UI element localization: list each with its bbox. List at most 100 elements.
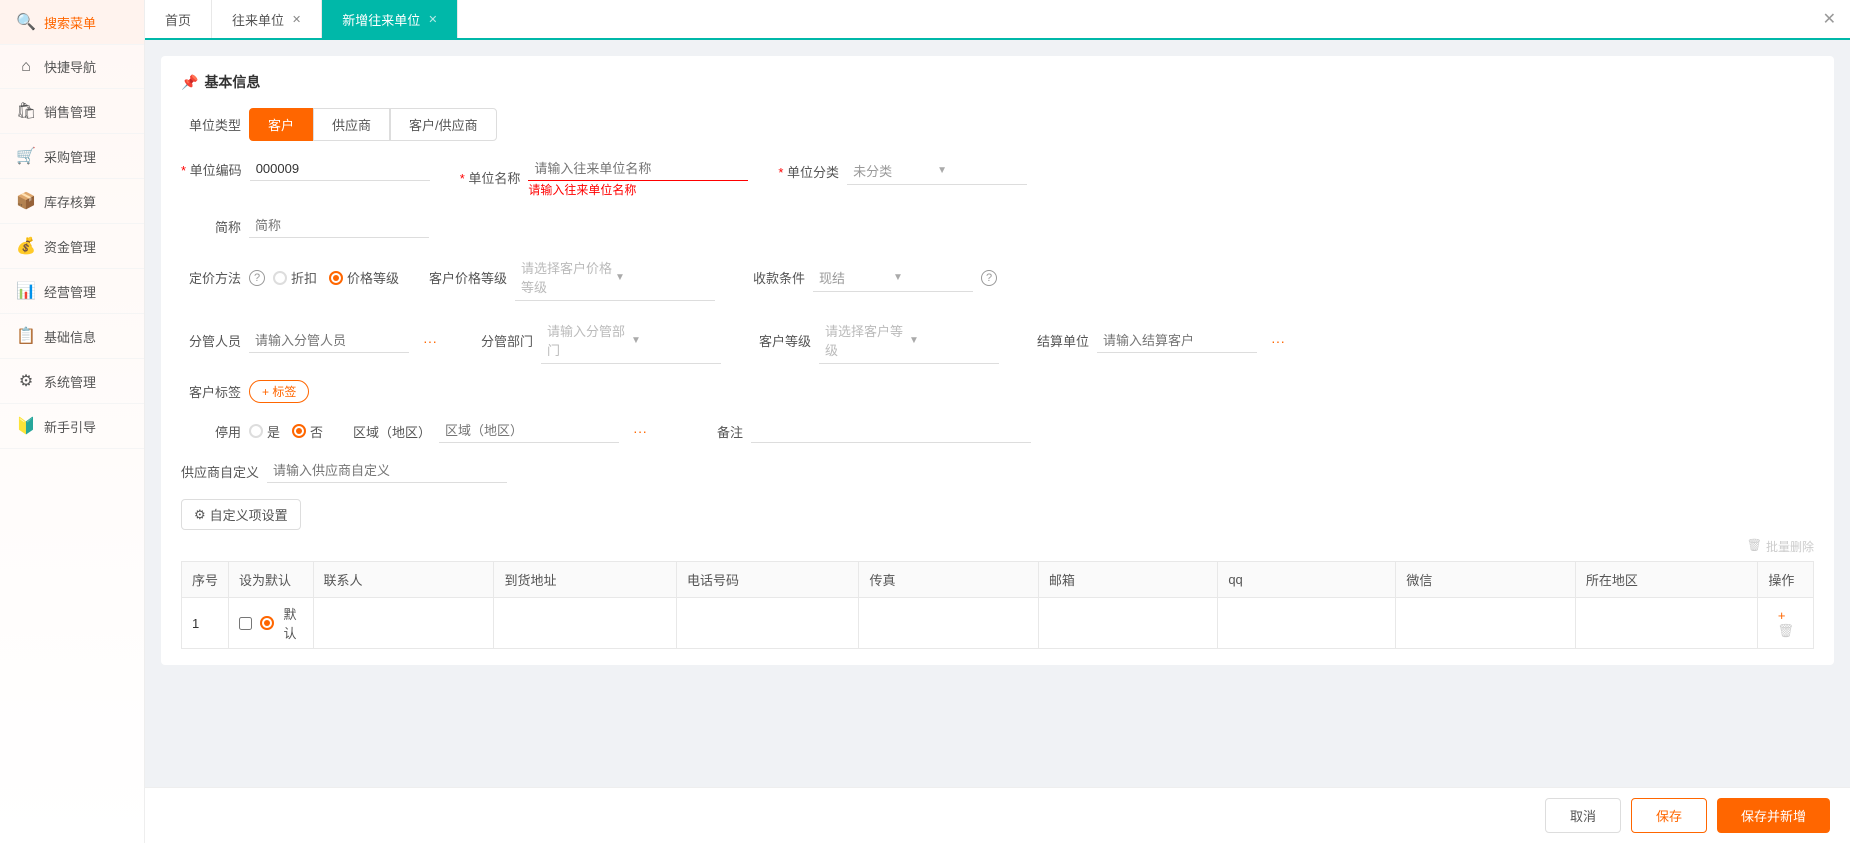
region-label: 区域（地区） <box>353 422 431 441</box>
fax-input[interactable] <box>869 616 1027 631</box>
note-input[interactable] <box>751 419 1031 443</box>
col-fax: 传真 <box>859 562 1038 598</box>
row-region-input[interactable] <box>1586 616 1747 631</box>
customer-level-select[interactable]: 请选择客户等级 ▼ <box>819 317 999 364</box>
sidebar-item-system[interactable]: ⚙ 系统管理 <box>0 359 144 404</box>
supervisor-row: 分管人员 ··· 分管部门 请输入分管部门 ▼ 客户等级 请选择客户等级 ▼ <box>181 317 1814 364</box>
cell-action: + 🗑 <box>1758 598 1814 649</box>
sidebar-item-guide[interactable]: 🔰 新手引导 <box>0 404 144 449</box>
region-group: 区域（地区） ··· <box>353 419 653 443</box>
cell-fax[interactable] <box>859 598 1038 649</box>
add-tag-button[interactable]: + 标签 <box>249 380 309 403</box>
col-address: 到货地址 <box>494 562 676 598</box>
unit-name-error: 请输入往来单位名称 <box>528 181 748 198</box>
contact-input[interactable] <box>324 616 484 631</box>
btn-both[interactable]: 客户/供应商 <box>390 108 497 141</box>
supervisor-more-btn[interactable]: ··· <box>417 331 443 351</box>
address-input[interactable] <box>504 616 665 631</box>
qq-input[interactable] <box>1228 616 1385 631</box>
settlement-unit-more-btn[interactable]: ··· <box>1265 331 1291 351</box>
cell-email[interactable] <box>1038 598 1217 649</box>
custom-settings-button[interactable]: ⚙ 自定义项设置 <box>181 499 301 530</box>
region-input[interactable] <box>439 419 619 443</box>
abbreviation-group: 简称 <box>181 214 429 238</box>
payment-terms-help-icon[interactable]: ? <box>981 270 997 286</box>
cell-wechat[interactable] <box>1396 598 1575 649</box>
default-radio[interactable]: 默认 <box>260 604 302 642</box>
supplier-custom-input[interactable] <box>267 459 507 483</box>
unit-category-label: 单位分类 <box>778 162 839 181</box>
guide-icon: 🔰 <box>16 416 36 436</box>
unit-category-select[interactable]: 未分类 ▼ <box>847 157 1027 185</box>
cancel-button[interactable]: 取消 <box>1545 798 1621 833</box>
tab-close-new-trade-unit[interactable]: ✕ <box>428 13 437 26</box>
department-select[interactable]: 请输入分管部门 ▼ <box>541 317 721 364</box>
radio-yes[interactable]: 是 <box>249 422 280 441</box>
phone-input[interactable] <box>687 616 848 631</box>
unit-name-input[interactable] <box>528 157 748 181</box>
batch-delete-area: 🗑 批量删除 <box>181 538 1814 555</box>
payment-terms-select[interactable]: 现结 ▼ <box>813 264 973 292</box>
row-checkbox[interactable] <box>239 617 252 630</box>
tab-trade-units[interactable]: 往来单位 ✕ <box>212 0 322 38</box>
wechat-input[interactable] <box>1406 616 1564 631</box>
customer-level-label: 客户等级 <box>751 331 811 350</box>
radio-no[interactable]: 否 <box>292 422 323 441</box>
save-button[interactable]: 保存 <box>1631 798 1707 833</box>
cell-contact[interactable] <box>313 598 494 649</box>
email-input[interactable] <box>1049 616 1207 631</box>
chevron-down-icon-4: ▼ <box>631 335 715 346</box>
supervisor-label: 分管人员 <box>181 331 241 350</box>
btn-customer[interactable]: 客户 <box>249 108 313 141</box>
inventory-icon: 📦 <box>16 191 36 211</box>
unit-type-group: 单位类型 客户 供应商 客户/供应商 <box>181 108 497 141</box>
supervisor-input[interactable] <box>249 329 409 353</box>
col-region: 所在地区 <box>1575 562 1757 598</box>
sidebar-item-purchase[interactable]: 🛒 采购管理 <box>0 134 144 179</box>
radio-price-level[interactable]: 价格等级 <box>329 268 399 287</box>
abbreviation-label: 简称 <box>181 217 241 236</box>
tab-home[interactable]: 首页 <box>145 0 212 38</box>
region-more-btn[interactable]: ··· <box>627 421 653 441</box>
section-title: 📌 基本信息 <box>181 72 1814 92</box>
customer-price-level-select[interactable]: 请选择客户价格等级 ▼ <box>515 254 715 301</box>
radio-discount[interactable]: 折扣 <box>273 268 317 287</box>
col-email: 邮箱 <box>1038 562 1217 598</box>
settlement-unit-input[interactable] <box>1097 329 1257 353</box>
sidebar-item-basic[interactable]: 📋 基础信息 <box>0 314 144 359</box>
pricing-help-icon[interactable]: ? <box>249 270 265 286</box>
cell-qq[interactable] <box>1218 598 1396 649</box>
customer-tag-label: 客户标签 <box>181 382 241 401</box>
pricing-radio-group: 折扣 价格等级 <box>273 268 399 287</box>
batch-delete-button[interactable]: 批量删除 <box>1766 538 1814 555</box>
col-seq: 序号 <box>182 562 229 598</box>
customer-price-level-label: 客户价格等级 <box>429 268 507 287</box>
add-row-btn[interactable]: + <box>1778 608 1786 623</box>
cell-address[interactable] <box>494 598 676 649</box>
cell-phone[interactable] <box>676 598 858 649</box>
btn-supplier[interactable]: 供应商 <box>313 108 390 141</box>
supplier-custom-group: 供应商自定义 <box>181 459 507 483</box>
col-qq: qq <box>1218 562 1396 598</box>
sidebar-item-search[interactable]: 🔍 搜索菜单 <box>0 0 144 45</box>
payment-terms-group: 收款条件 现结 ▼ ? <box>745 264 997 292</box>
cell-region[interactable] <box>1575 598 1757 649</box>
default-radio-circle <box>260 616 274 630</box>
disabled-row: 停用 是 否 区域（地区） ··· <box>181 419 1814 443</box>
cell-seq: 1 <box>182 598 229 649</box>
radio-price-level-circle <box>329 271 343 285</box>
sidebar-item-operation[interactable]: 📊 经营管理 <box>0 269 144 314</box>
sidebar-item-inventory[interactable]: 📦 库存核算 <box>0 179 144 224</box>
sidebar-item-sales[interactable]: 🛍 销售管理 <box>0 89 144 134</box>
main-area: 首页 往来单位 ✕ 新增往来单位 ✕ ✕ 📌 基本信息 单位类型 客户 <box>145 0 1850 843</box>
save-new-button[interactable]: 保存并新增 <box>1717 798 1830 833</box>
abbreviation-input[interactable] <box>249 214 429 238</box>
unit-code-input[interactable] <box>250 157 430 181</box>
tab-close-trade-units[interactable]: ✕ <box>292 13 301 26</box>
delete-row-btn[interactable]: 🗑 <box>1777 623 1794 638</box>
tab-new-trade-unit[interactable]: 新增往来单位 ✕ <box>322 0 458 38</box>
col-wechat: 微信 <box>1396 562 1575 598</box>
sidebar-item-quicknav[interactable]: ⌂ 快捷导航 <box>0 45 144 89</box>
close-all-tabs-button[interactable]: ✕ <box>1809 9 1850 29</box>
sidebar-item-finance[interactable]: 💰 资金管理 <box>0 224 144 269</box>
